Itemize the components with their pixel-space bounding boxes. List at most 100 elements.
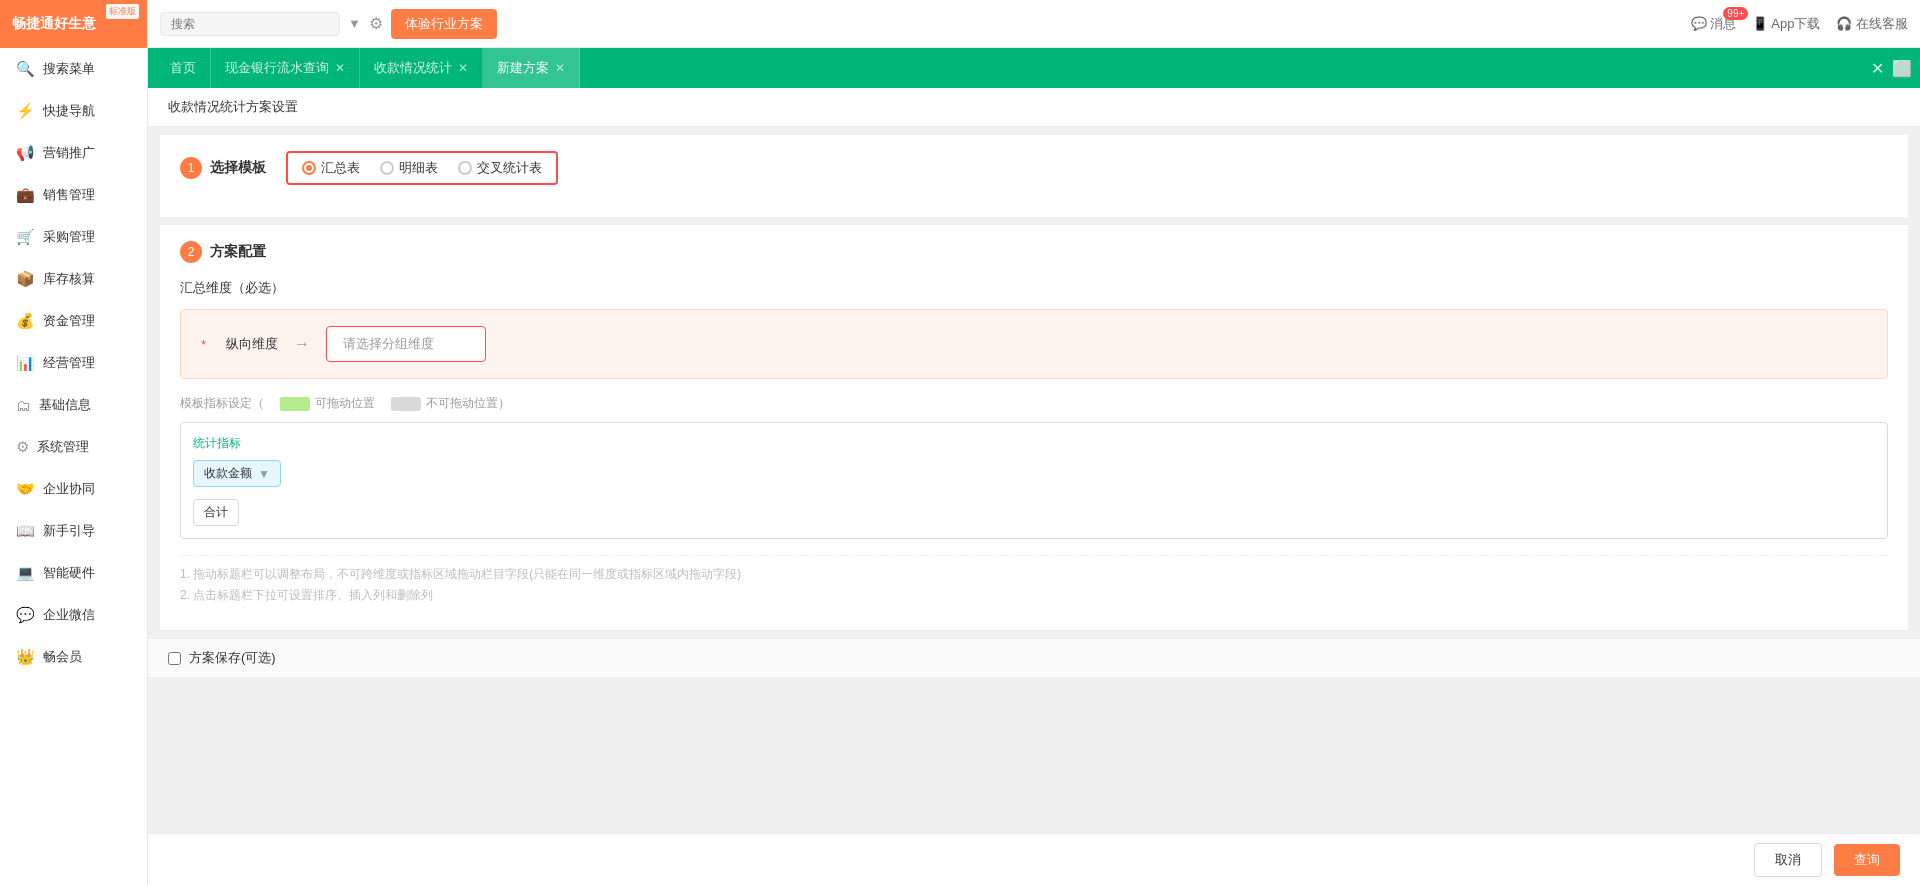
maximize-window-icon[interactable]: ⬜: [1892, 59, 1912, 78]
tab-home[interactable]: 首页: [156, 48, 211, 88]
undraggable-hint: 不可拖动位置）: [391, 395, 510, 412]
download-label: App下载: [1771, 16, 1820, 31]
metrics-tag-amount-label: 收款金额: [204, 465, 252, 482]
tab-cashflow-close[interactable]: ✕: [335, 61, 345, 75]
sidebar-item-quicknav[interactable]: ⚡ 快捷导航: [0, 90, 147, 132]
save-label: 方案保存(可选): [189, 649, 276, 667]
metrics-setting-label: 模板指标设定（: [180, 395, 264, 412]
sidebar-logo: 畅捷通好生意 标准版: [0, 0, 147, 48]
sidebar-item-label: 搜索菜单: [43, 60, 95, 78]
radio-cross[interactable]: 交叉统计表: [458, 159, 542, 177]
tab-receipts[interactable]: 收款情况统计 ✕: [360, 48, 483, 88]
marketing-icon: 📢: [16, 144, 35, 162]
metrics-tags-row: 收款金额 ▼: [193, 460, 1875, 493]
main-area: ▼ ⚙ 体验行业方案 💬 消息 99+ 📱 App下载 🎧 在线客服 首页 现金…: [148, 0, 1920, 885]
search-icon: 🔍: [16, 60, 35, 78]
tab-home-label: 首页: [170, 59, 196, 77]
dropdown-arrow-icon[interactable]: ▼: [348, 16, 361, 31]
sidebar-item-label: 快捷导航: [43, 102, 95, 120]
draggable-indicator: [280, 397, 310, 411]
app-name: 畅捷通好生意: [12, 15, 96, 33]
finance-icon: 💰: [16, 312, 35, 330]
radio-cross-label: 交叉统计表: [477, 159, 542, 177]
content-area: 收款情况统计方案设置 1 选择模板 汇总表 明细表: [148, 88, 1920, 833]
sidebar-item-label: 畅会员: [43, 648, 82, 666]
sidebar-item-label: 销售管理: [43, 186, 95, 204]
sidebar-item-purchase[interactable]: 🛒 采购管理: [0, 216, 147, 258]
sidebar-item-sales[interactable]: 💼 销售管理: [0, 174, 147, 216]
sidebar-item-label: 企业协同: [43, 480, 95, 498]
tip1: 1. 拖动标题栏可以调整布局，不可跨维度或指标区域拖动栏目字段(只能在同一维度或…: [180, 566, 1888, 583]
step1-indicator: 1 选择模板 汇总表 明细表 交叉统计表: [180, 151, 1888, 185]
wechat-icon: 💬: [16, 606, 35, 624]
section-template: 1 选择模板 汇总表 明细表 交叉统计表: [160, 135, 1908, 217]
notification-badge: 99+: [1723, 7, 1748, 20]
sidebar-item-inventory[interactable]: 📦 库存核算: [0, 258, 147, 300]
metrics-tag-amount[interactable]: 收款金额 ▼: [193, 460, 281, 487]
app-badge: 标准版: [106, 4, 139, 19]
support-btn[interactable]: 🎧 在线客服: [1836, 15, 1908, 33]
tab-newplan-close[interactable]: ✕: [555, 61, 565, 75]
action-bar: 取消 查询: [148, 833, 1920, 885]
support-label: 在线客服: [1856, 16, 1908, 31]
sidebar-item-collab[interactable]: 🤝 企业协同: [0, 468, 147, 510]
notification-btn[interactable]: 💬 消息 99+: [1691, 15, 1737, 33]
radio-detail-label: 明细表: [399, 159, 438, 177]
sidebar-item-guide[interactable]: 📖 新手引导: [0, 510, 147, 552]
sidebar-item-label: 营销推广: [43, 144, 95, 162]
sales-icon: 💼: [16, 186, 35, 204]
search-input[interactable]: [160, 12, 340, 36]
sidebar-item-vip[interactable]: 👑 畅会员: [0, 636, 147, 678]
notification-icon: 💬: [1691, 16, 1707, 31]
sidebar-item-management[interactable]: 📊 经营管理: [0, 342, 147, 384]
step2-circle: 2: [180, 241, 202, 263]
summary-dimension-label: 汇总维度（必选）: [180, 279, 1888, 297]
sidebar-item-label: 采购管理: [43, 228, 95, 246]
sidebar-item-marketing[interactable]: 📢 营销推广: [0, 132, 147, 174]
sidebar-item-label: 经营管理: [43, 354, 95, 372]
radio-summary-label: 汇总表: [321, 159, 360, 177]
sidebar-item-finance[interactable]: 💰 资金管理: [0, 300, 147, 342]
industry-btn[interactable]: 体验行业方案: [391, 9, 497, 39]
metrics-section: 模板指标设定（ 可拖动位置 不可拖动位置） 统计指标 收款金额: [180, 395, 1888, 614]
sidebar-item-basic[interactable]: 🗂 基础信息: [0, 384, 147, 426]
radio-summary[interactable]: 汇总表: [302, 159, 360, 177]
sidebar-item-hardware[interactable]: 💻 智能硬件: [0, 552, 147, 594]
topbar: ▼ ⚙ 体验行业方案 💬 消息 99+ 📱 App下载 🎧 在线客服: [148, 0, 1920, 48]
download-btn[interactable]: 📱 App下载: [1752, 15, 1820, 33]
sidebar-item-label: 系统管理: [37, 438, 89, 456]
radio-detail-dot: [380, 161, 394, 175]
metrics-tag-arrow-icon[interactable]: ▼: [258, 467, 270, 481]
cancel-button[interactable]: 取消: [1754, 843, 1822, 877]
dimension-select[interactable]: 请选择分组维度: [326, 326, 486, 362]
sidebar-item-label: 新手引导: [43, 522, 95, 540]
draggable-label: 可拖动位置: [315, 395, 375, 412]
tip2: 2. 点击标题栏下拉可设置排序、插入列和删除列: [180, 587, 1888, 604]
page-header: 收款情况统计方案设置: [148, 88, 1920, 127]
dimension-area: * 纵向维度 → 请选择分组维度: [180, 309, 1888, 379]
tab-newplan[interactable]: 新建方案 ✕: [483, 48, 580, 88]
purchase-icon: 🛒: [16, 228, 35, 246]
quick-nav-icon: ⚡: [16, 102, 35, 120]
sidebar-item-search[interactable]: 🔍 搜索菜单: [0, 48, 147, 90]
dimension-placeholder: 请选择分组维度: [343, 336, 434, 351]
metrics-hint: 模板指标设定（ 可拖动位置 不可拖动位置）: [180, 395, 1888, 412]
close-window-icon[interactable]: ✕: [1871, 59, 1884, 78]
section-config: 2 方案配置 汇总维度（必选） * 纵向维度 → 请选择分组维度: [160, 225, 1908, 630]
draggable-hint: 可拖动位置: [280, 395, 375, 412]
sidebar-item-wechat[interactable]: 💬 企业微信: [0, 594, 147, 636]
radio-detail[interactable]: 明细表: [380, 159, 438, 177]
vip-icon: 👑: [16, 648, 35, 666]
radio-cross-dot: [458, 161, 472, 175]
settings-icon[interactable]: ⚙: [369, 14, 383, 33]
topbar-right: 💬 消息 99+ 📱 App下载 🎧 在线客服: [1691, 15, 1908, 33]
tab-receipts-close[interactable]: ✕: [458, 61, 468, 75]
query-button[interactable]: 查询: [1834, 844, 1900, 876]
support-icon: 🎧: [1836, 16, 1852, 31]
sidebar-item-system[interactable]: ⚙ 系统管理: [0, 426, 147, 468]
save-checkbox[interactable]: [168, 652, 181, 665]
step2-number: 2: [188, 245, 195, 259]
tab-cashflow[interactable]: 现金银行流水查询 ✕: [211, 48, 360, 88]
metrics-category-label: 统计指标: [193, 435, 1875, 452]
download-icon: 📱: [1752, 16, 1768, 31]
